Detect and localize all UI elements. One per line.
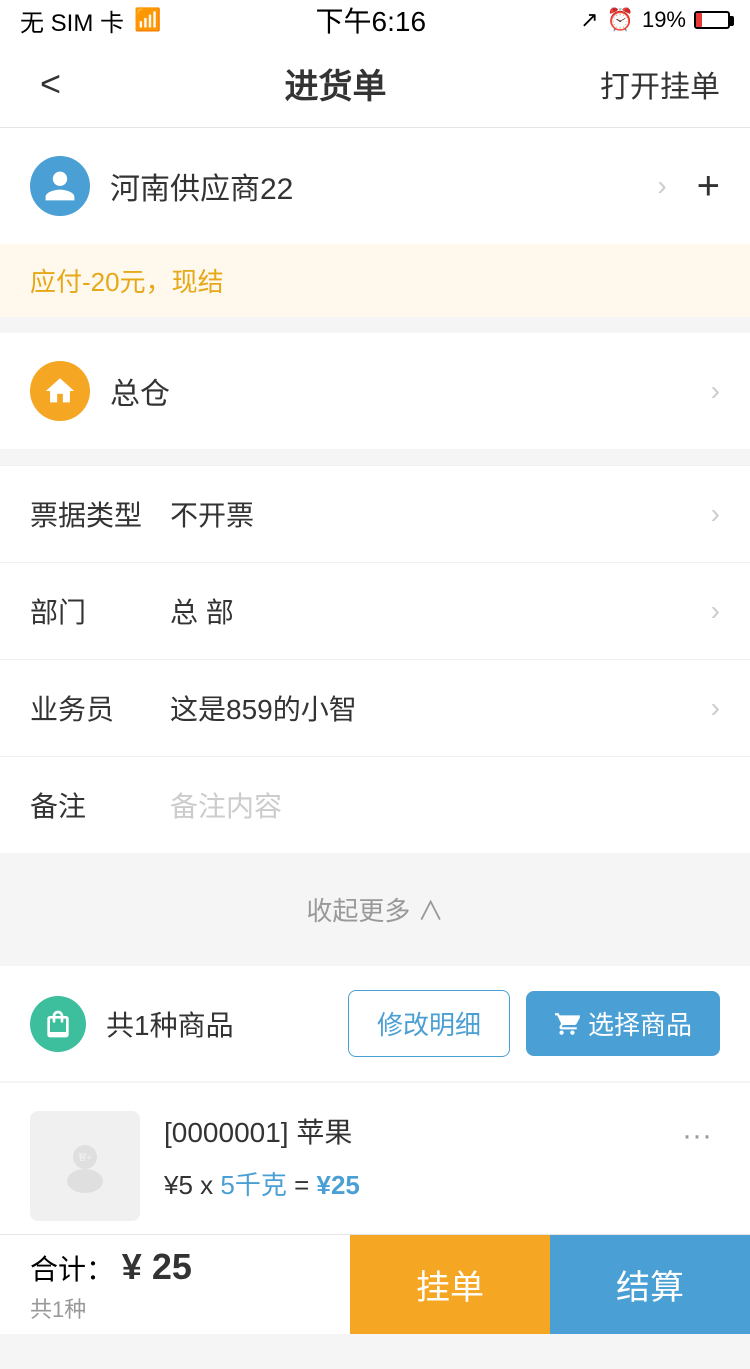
department-chevron-icon: ›	[711, 595, 720, 627]
product-more-button[interactable]: ···	[674, 1111, 720, 1161]
bag-icon	[42, 1008, 74, 1040]
nav-bar: < 进货单 打开挂单	[0, 40, 750, 128]
notice-text: 应付-20元，现结	[30, 267, 224, 297]
sales-value: 这是859的小智	[170, 688, 711, 728]
select-product-label: 选择商品	[588, 1005, 692, 1042]
department-label: 部门	[30, 591, 170, 631]
ticket-type-row[interactable]: 票据类型 不开票 ›	[0, 465, 750, 562]
ticket-type-chevron-icon: ›	[711, 498, 720, 530]
wifi-icon: 📶	[134, 7, 161, 33]
ticket-type-label: 票据类型	[30, 494, 170, 534]
sales-label: 业务员	[30, 688, 170, 728]
warehouse-icon	[30, 361, 90, 421]
total-label: 合计：	[30, 1254, 114, 1285]
battery-icon	[694, 11, 730, 29]
location-icon: ↗	[580, 7, 598, 33]
remark-label: 备注	[30, 785, 170, 825]
remark-row[interactable]: 备注 备注内容	[0, 756, 750, 853]
products-header: 共1种商品 修改明细 选择商品	[0, 966, 750, 1081]
status-time: 下午6:16	[316, 0, 427, 40]
price-value: ¥5 x	[164, 1170, 220, 1200]
quantity-value: 5千克	[220, 1170, 286, 1200]
collapse-label: 收起更多 ∧	[306, 896, 443, 926]
product-title: 苹果	[296, 1117, 352, 1148]
form-section: 票据类型 不开票 › 部门 总 部 › 业务员 这是859的小智 › 备注 备注…	[0, 465, 750, 853]
footer: 合计： ¥ 25 共1种 挂单 结算	[0, 1234, 750, 1334]
ticket-type-value: 不开票	[170, 494, 711, 534]
product-item: 智+ [0000001] 苹果 ¥5 x 5千克 = ¥25 ···	[0, 1083, 750, 1249]
add-supplier-button[interactable]: +	[697, 166, 720, 206]
products-icon	[30, 996, 86, 1052]
supplier-avatar	[30, 156, 90, 216]
product-info: [0000001] 苹果 ¥5 x 5千克 = ¥25	[164, 1111, 674, 1202]
hold-button[interactable]: 挂单	[350, 1235, 550, 1334]
department-value: 总 部	[170, 591, 711, 631]
sales-row[interactable]: 业务员 这是859的小智 ›	[0, 659, 750, 756]
warehouse-section: 总仓 ›	[0, 333, 750, 449]
department-row[interactable]: 部门 总 部 ›	[0, 562, 750, 659]
supplier-section: 河南供应商22 › + 应付-20元，现结	[0, 128, 750, 317]
footer-total: 合计： ¥ 25 共1种	[0, 1246, 350, 1324]
supplier-row[interactable]: 河南供应商22 › +	[0, 128, 750, 244]
collapse-bar[interactable]: 收起更多 ∧	[0, 869, 750, 950]
page-title: 进货单	[285, 59, 387, 108]
warehouse-chevron-icon: ›	[711, 375, 720, 407]
status-bar: 无 SIM 卡 📶 下午6:16 ↗ ⏰ 19%	[0, 0, 750, 40]
person-icon	[42, 168, 78, 204]
open-hold-button[interactable]: 打开挂单	[600, 62, 720, 106]
battery-percent: 19%	[642, 7, 686, 33]
select-product-button[interactable]: 选择商品	[526, 991, 720, 1056]
cart-icon	[554, 1011, 580, 1037]
settle-button[interactable]: 结算	[550, 1235, 750, 1334]
svg-text:智+: 智+	[78, 1152, 91, 1162]
alarm-icon: ⏰	[607, 7, 634, 33]
notice-bar: 应付-20元，现结	[0, 244, 750, 317]
home-icon	[43, 374, 77, 408]
supplier-name: 河南供应商22	[110, 164, 657, 208]
product-name: [0000001] 苹果	[164, 1111, 674, 1151]
total-row: 合计： ¥ 25	[30, 1246, 320, 1288]
total-count: 共1种	[30, 1292, 320, 1324]
remark-input[interactable]: 备注内容	[170, 785, 720, 825]
supplier-chevron-icon: ›	[657, 170, 666, 202]
product-thumbnail: 智+	[30, 1111, 140, 1221]
product-image-icon: 智+	[55, 1136, 115, 1196]
edit-detail-button[interactable]: 修改明细	[348, 990, 510, 1057]
carrier-text: 无 SIM 卡	[20, 3, 124, 38]
total-value: ¥25	[316, 1170, 359, 1200]
back-button[interactable]: <	[30, 53, 71, 115]
equals-sign: =	[287, 1170, 317, 1200]
warehouse-name: 总仓	[110, 369, 711, 413]
product-price: ¥5 x 5千克 = ¥25	[164, 1165, 674, 1202]
warehouse-row[interactable]: 总仓 ›	[0, 333, 750, 449]
total-amount: ¥ 25	[122, 1246, 192, 1287]
product-code: [0000001]	[164, 1117, 296, 1148]
products-count: 共1种商品	[106, 1004, 348, 1044]
sales-chevron-icon: ›	[711, 692, 720, 724]
